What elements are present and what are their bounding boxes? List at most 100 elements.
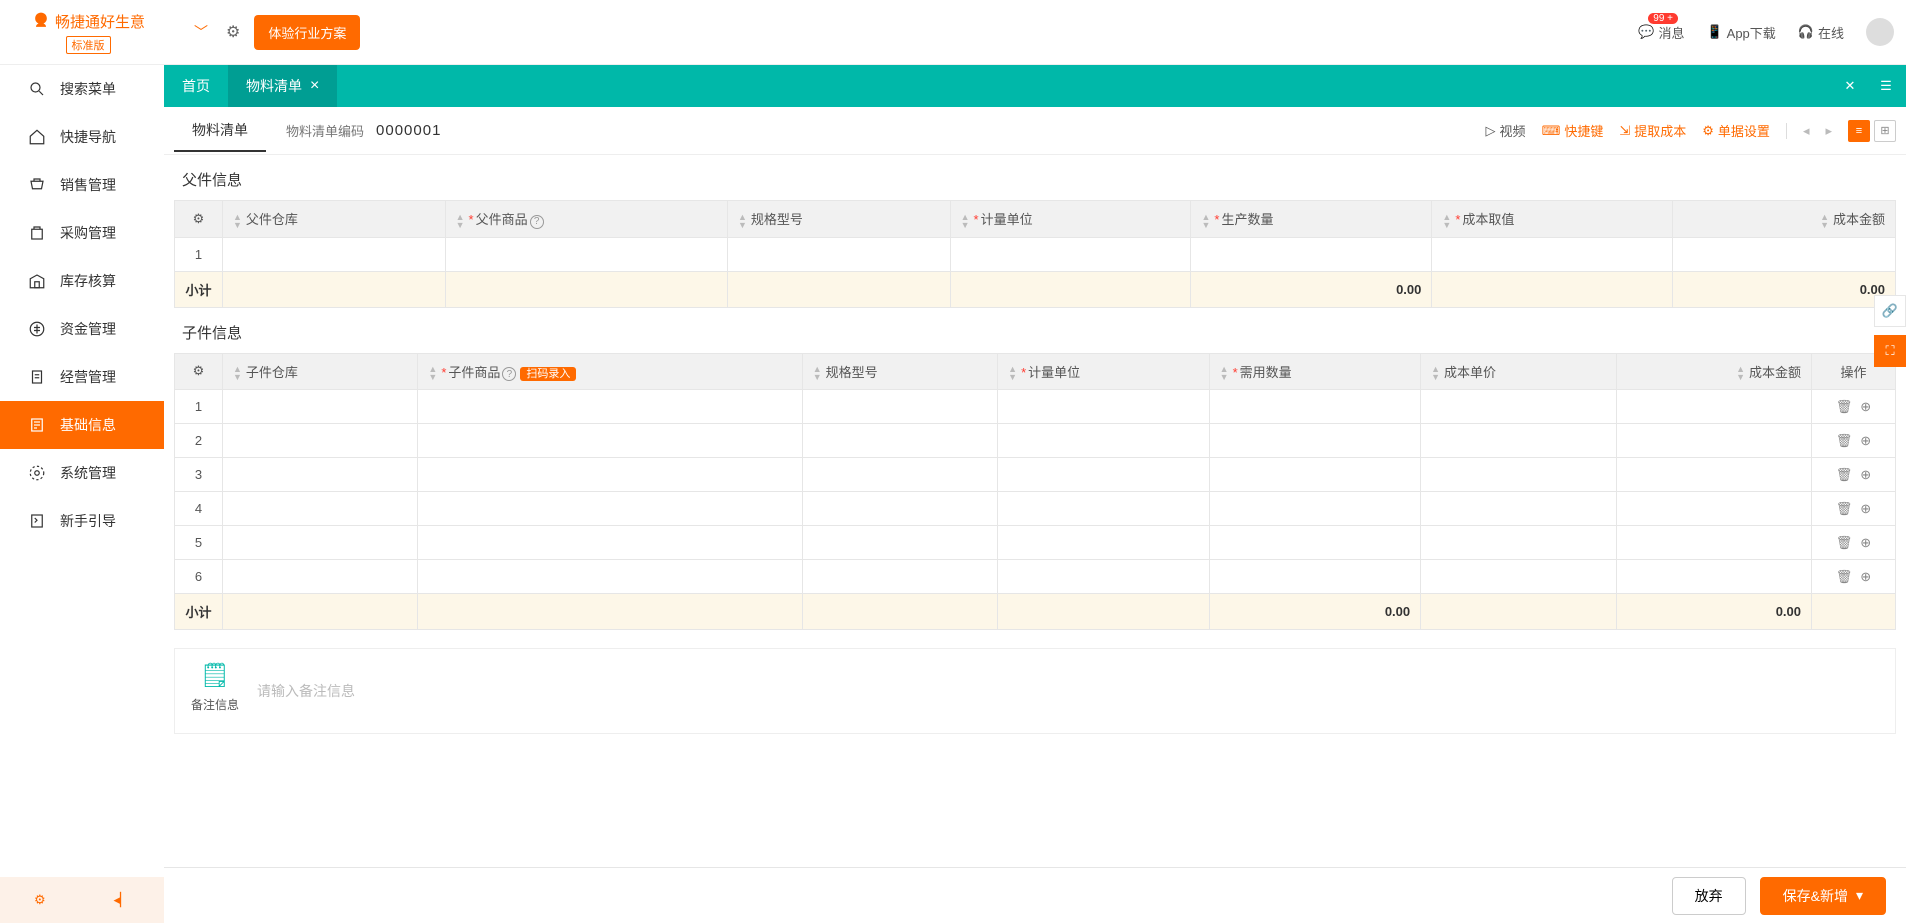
cell-need-qty[interactable] bbox=[1209, 492, 1420, 526]
cell-warehouse[interactable] bbox=[223, 526, 418, 560]
support-link[interactable]: 🎧 在线 bbox=[1798, 23, 1844, 42]
cell-cost-amount[interactable] bbox=[1616, 560, 1811, 594]
gear-icon[interactable]: ⚙ bbox=[226, 22, 240, 42]
messages-link[interactable]: 💬 消息 99 + bbox=[1638, 23, 1684, 42]
table-row[interactable]: 2🗑⊕ bbox=[175, 424, 1896, 458]
cell-cost-amount[interactable] bbox=[1616, 458, 1811, 492]
col-parent-cost-mode[interactable]: ▲▼*成本取值 bbox=[1432, 201, 1673, 238]
collapse-icon[interactable]: ◂▏ bbox=[114, 892, 131, 908]
cell-unit-cost[interactable] bbox=[1421, 390, 1616, 424]
cell-spec[interactable] bbox=[802, 458, 997, 492]
col-child-warehouse[interactable]: ▲▼子件仓库 bbox=[223, 353, 418, 390]
sidebar-item-purchase[interactable]: 采购管理 bbox=[0, 209, 164, 257]
avatar[interactable] bbox=[1866, 18, 1894, 46]
discard-button[interactable]: 放弃 bbox=[1672, 877, 1746, 915]
cell-cost-amount[interactable] bbox=[1673, 237, 1896, 271]
cell-spec[interactable] bbox=[727, 237, 950, 271]
col-parent-spec[interactable]: ▲▼规格型号 bbox=[727, 201, 950, 238]
tab-home[interactable]: 首页 bbox=[164, 65, 228, 107]
save-and-new-button[interactable]: 保存&新增 ▾ bbox=[1760, 877, 1886, 915]
cell-unit[interactable] bbox=[950, 237, 1191, 271]
cell-need-qty[interactable] bbox=[1209, 526, 1420, 560]
doc-tab-bom[interactable]: 物料清单 bbox=[174, 110, 266, 152]
add-row-icon[interactable]: ⊕ bbox=[1860, 467, 1871, 482]
sidebar-item-ops[interactable]: 经营管理 bbox=[0, 353, 164, 401]
cell-unit[interactable] bbox=[998, 458, 1209, 492]
table-row[interactable]: 4🗑⊕ bbox=[175, 492, 1896, 526]
cell-unit[interactable] bbox=[998, 526, 1209, 560]
col-child-spec[interactable]: ▲▼规格型号 bbox=[802, 353, 997, 390]
next-doc-icon[interactable]: ▸ bbox=[1825, 123, 1832, 139]
col-child-unit-cost[interactable]: ▲▼成本单价 bbox=[1421, 353, 1616, 390]
promo-button[interactable]: 体验行业方案 bbox=[254, 15, 360, 50]
cell-qty[interactable] bbox=[1191, 237, 1432, 271]
cell-product[interactable] bbox=[418, 492, 802, 526]
sidebar-item-quicknav[interactable]: 快捷导航 bbox=[0, 113, 164, 161]
col-child-product[interactable]: ▲▼*子件商品?扫码录入 bbox=[418, 353, 802, 390]
column-settings[interactable]: ⚙ bbox=[175, 201, 223, 238]
cell-unit-cost[interactable] bbox=[1421, 560, 1616, 594]
delete-icon[interactable]: 🗑 bbox=[1836, 535, 1853, 550]
cell-unit[interactable] bbox=[998, 390, 1209, 424]
delete-icon[interactable]: 🗑 bbox=[1836, 399, 1853, 414]
table-row[interactable]: 5🗑⊕ bbox=[175, 526, 1896, 560]
action-doc-settings[interactable]: ⚙单据设置 bbox=[1702, 121, 1770, 140]
cell-product[interactable] bbox=[418, 424, 802, 458]
tabs-menu-icon[interactable]: ☰ bbox=[1872, 72, 1900, 100]
action-video[interactable]: ▷视频 bbox=[1486, 121, 1526, 140]
cell-cost-amount[interactable] bbox=[1616, 492, 1811, 526]
cell-unit-cost[interactable] bbox=[1421, 458, 1616, 492]
sidebar-item-finance[interactable]: 资金管理 bbox=[0, 305, 164, 353]
cell-spec[interactable] bbox=[802, 390, 997, 424]
col-parent-unit[interactable]: ▲▼*计量单位 bbox=[950, 201, 1191, 238]
gear-icon[interactable]: ⚙ bbox=[34, 892, 46, 908]
cell-cost-amount[interactable] bbox=[1616, 424, 1811, 458]
cell-unit-cost[interactable] bbox=[1421, 526, 1616, 560]
expand-icon[interactable]: ⛶ bbox=[1874, 335, 1906, 367]
cell-spec[interactable] bbox=[802, 424, 997, 458]
tab-bom[interactable]: 物料清单 × bbox=[228, 65, 337, 107]
cell-product[interactable] bbox=[418, 526, 802, 560]
cell-need-qty[interactable] bbox=[1209, 560, 1420, 594]
sidebar-item-sales[interactable]: 销售管理 bbox=[0, 161, 164, 209]
cell-product[interactable] bbox=[418, 390, 802, 424]
sidebar-item-master-data[interactable]: 基础信息 bbox=[0, 401, 164, 449]
cell-unit[interactable] bbox=[998, 492, 1209, 526]
sidebar-item-guide[interactable]: 新手引导 bbox=[0, 497, 164, 545]
table-row[interactable]: 1 bbox=[175, 237, 1896, 271]
attachment-icon[interactable]: 🔗 bbox=[1874, 295, 1906, 327]
col-parent-product[interactable]: ▲▼*父件商品? bbox=[445, 201, 727, 238]
delete-icon[interactable]: 🗑 bbox=[1836, 501, 1853, 516]
sidebar-item-inventory[interactable]: 库存核算 bbox=[0, 257, 164, 305]
tabs-close-all[interactable]: ✕ bbox=[1836, 72, 1864, 100]
add-row-icon[interactable]: ⊕ bbox=[1860, 501, 1871, 516]
cell-warehouse[interactable] bbox=[223, 237, 446, 271]
col-child-cost-amount[interactable]: ▲▼成本金额 bbox=[1616, 353, 1811, 390]
add-row-icon[interactable]: ⊕ bbox=[1860, 433, 1871, 448]
cell-unit-cost[interactable] bbox=[1421, 492, 1616, 526]
cell-warehouse[interactable] bbox=[223, 424, 418, 458]
cell-spec[interactable] bbox=[802, 560, 997, 594]
cell-spec[interactable] bbox=[802, 492, 997, 526]
company-selector[interactable]: ﹀ ⚙ bbox=[194, 22, 240, 42]
cell-spec[interactable] bbox=[802, 526, 997, 560]
column-settings[interactable]: ⚙ bbox=[175, 353, 223, 390]
action-extract-cost[interactable]: ⇲提取成本 bbox=[1619, 121, 1686, 140]
sidebar-item-search[interactable]: 搜索菜单 bbox=[0, 65, 164, 113]
action-shortcut[interactable]: ⌨快捷键 bbox=[1542, 121, 1604, 140]
help-icon[interactable]: ? bbox=[530, 215, 544, 229]
view-list-button[interactable]: ≡ bbox=[1848, 120, 1870, 142]
cell-product[interactable] bbox=[445, 237, 727, 271]
cell-cost-mode[interactable] bbox=[1432, 237, 1673, 271]
table-row[interactable]: 1🗑⊕ bbox=[175, 390, 1896, 424]
cell-unit[interactable] bbox=[998, 560, 1209, 594]
cell-warehouse[interactable] bbox=[223, 458, 418, 492]
sidebar-item-system[interactable]: 系统管理 bbox=[0, 449, 164, 497]
remark-input[interactable] bbox=[257, 661, 1879, 721]
cell-unit-cost[interactable] bbox=[1421, 424, 1616, 458]
cell-product[interactable] bbox=[418, 458, 802, 492]
table-row[interactable]: 3🗑⊕ bbox=[175, 458, 1896, 492]
close-icon[interactable]: × bbox=[310, 77, 319, 95]
cell-unit[interactable] bbox=[998, 424, 1209, 458]
prev-doc-icon[interactable]: ◂ bbox=[1803, 123, 1810, 139]
